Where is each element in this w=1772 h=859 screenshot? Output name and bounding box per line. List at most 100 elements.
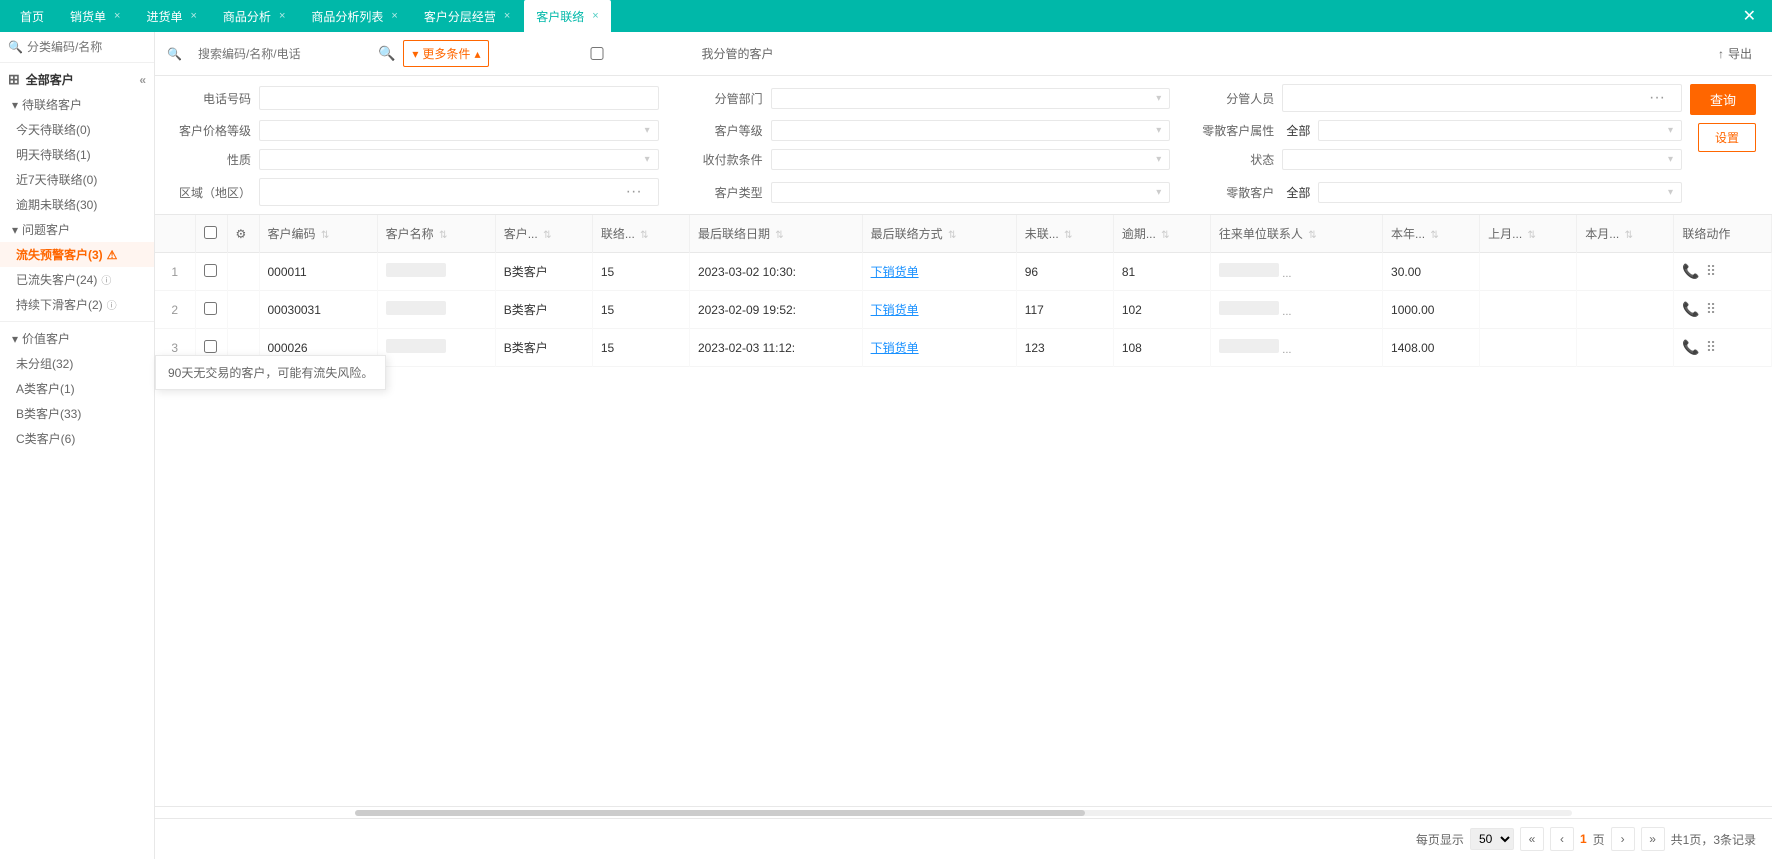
customer-level-select[interactable]: ▾ (771, 120, 1171, 141)
contact-way-link[interactable]: 下销货单 (871, 303, 919, 317)
more-action-icon[interactable]: ⠿ (1706, 339, 1716, 356)
query-button[interactable]: 查询 (1690, 84, 1756, 115)
sidebar-collapse-button[interactable]: « (139, 73, 146, 87)
th-overdue[interactable]: 逾期... ⇅ (1113, 215, 1210, 253)
th-this-year[interactable]: 本年... ⇅ (1383, 215, 1480, 253)
scroll-area[interactable] (155, 806, 1772, 818)
th-contact[interactable]: 联络... ⇅ (592, 215, 689, 253)
window-close-button[interactable]: ✕ (1735, 6, 1764, 26)
page-size-select[interactable]: 50 (1470, 828, 1514, 850)
sidebar-root-header[interactable]: ⊞ 全部客户 « (0, 63, 154, 92)
person-select[interactable]: ··· (1282, 84, 1682, 112)
th-code[interactable]: 客户编码 ⇅ (259, 215, 377, 253)
price-level-select[interactable]: ▾ (259, 120, 659, 141)
th-last-date[interactable]: 最后联络日期 ⇅ (689, 215, 862, 253)
sidebar-group-problem[interactable]: ▾ 问题客户 (0, 217, 154, 242)
filter-row-4: 区域（地区） ··· 客户类型 ▾ (171, 178, 1682, 206)
row-checkbox-2[interactable] (204, 340, 217, 353)
nav-customer-tier[interactable]: 客户分层经营 × (412, 0, 522, 32)
cell-action: 📞 ⠿ (1674, 291, 1772, 329)
export-button[interactable]: ↑ 导出 (1710, 41, 1760, 66)
sidebar-item-overdue[interactable]: 逾期未联络(30) (0, 192, 154, 217)
phone-input[interactable] (259, 86, 659, 110)
cell-index: 1 (155, 253, 195, 291)
nature-select[interactable]: ▾ (259, 149, 659, 170)
cell-way[interactable]: 下销货单 (862, 291, 1016, 329)
nav-analysis-list[interactable]: 商品分析列表 × (299, 0, 409, 32)
next-page-button[interactable]: › (1611, 827, 1635, 851)
nav-analysis[interactable]: 商品分析 × (211, 0, 297, 32)
prev-page-button[interactable]: ‹ (1550, 827, 1574, 851)
sidebar-item-churn-warning[interactable]: 流失预警客户(3) ⚠ (0, 242, 154, 267)
close-customer-contact-icon[interactable]: × (592, 10, 598, 22)
th-settings[interactable]: ⚙ (227, 215, 259, 253)
close-purchase-icon[interactable]: × (190, 10, 196, 22)
select-all-checkbox[interactable] (204, 226, 217, 239)
cell-check[interactable] (195, 291, 227, 329)
more-action-icon[interactable]: ⠿ (1706, 301, 1716, 318)
scroll-track[interactable] (355, 810, 1572, 816)
sort-icon-no-contact: ⇅ (1064, 230, 1072, 241)
cell-type: B类客户 (495, 329, 592, 367)
sidebar-item-b-class[interactable]: B类客户(33) (0, 401, 154, 426)
my-customers-checkbox[interactable] (497, 47, 697, 60)
th-unit-contact[interactable]: 往来单位联系人 ⇅ (1210, 215, 1382, 253)
row-checkbox-0[interactable] (204, 264, 217, 277)
contact-way-link[interactable]: 下销货单 (871, 265, 919, 279)
th-this-month[interactable]: 本月... ⇅ (1577, 215, 1674, 253)
search-submit-icon[interactable]: 🔍 (378, 45, 395, 62)
sidebar-item-a-class[interactable]: A类客户(1) (0, 376, 154, 401)
status-select[interactable]: ▾ (1282, 149, 1682, 170)
sidebar-search-input[interactable] (27, 40, 155, 54)
my-customers-checkbox-label[interactable]: 我分管的客户 (497, 45, 773, 62)
th-last-way[interactable]: 最后联络方式 ⇅ (862, 215, 1016, 253)
th-no-contact[interactable]: 未联... ⇅ (1016, 215, 1113, 253)
department-select[interactable]: ▾ (771, 88, 1171, 109)
sidebar-item-ungroup[interactable]: 未分组(32) (0, 351, 154, 376)
more-conditions-button[interactable]: ▾ 更多条件 ▴ (403, 40, 489, 67)
scroll-thumb[interactable] (355, 810, 1085, 816)
nav-purchase[interactable]: 进货单 × (134, 0, 208, 32)
contact-way-link[interactable]: 下销货单 (871, 341, 919, 355)
retail-attr-select[interactable]: ▾ (1318, 120, 1682, 141)
first-page-button[interactable]: « (1520, 827, 1544, 851)
th-last-month[interactable]: 上月... ⇅ (1480, 215, 1577, 253)
close-analysis-icon[interactable]: × (279, 10, 285, 22)
more-btn-person[interactable]: ··· (1641, 89, 1673, 107)
sidebar-item-c-class[interactable]: C类客户(6) (0, 426, 154, 451)
sidebar-item-churned[interactable]: 已流失客户(24) ⓘ (0, 267, 154, 292)
customer-type-select[interactable]: ▾ (771, 182, 1171, 203)
region-select[interactable]: ··· (259, 178, 659, 206)
phone-action-icon[interactable]: 📞 (1682, 339, 1699, 356)
cell-contact: 15 (592, 291, 689, 329)
nav-sales[interactable]: 销货单 × (58, 0, 132, 32)
nav-customer-contact[interactable]: 客户联络 × (524, 0, 610, 32)
last-page-button[interactable]: » (1641, 827, 1665, 851)
payment-select[interactable]: ▾ (771, 149, 1171, 170)
close-analysis-list-icon[interactable]: × (391, 10, 397, 22)
more-action-icon[interactable]: ⠿ (1706, 263, 1716, 280)
filter-payment: 收付款条件 ▾ (683, 149, 1171, 170)
phone-action-icon[interactable]: 📞 (1682, 301, 1699, 318)
sidebar-item-declining[interactable]: 持续下滑客户(2) ⓘ (0, 292, 154, 317)
sidebar-group-pending[interactable]: ▾ 待联络客户 (0, 92, 154, 117)
sidebar-group-value[interactable]: ▾ 价值客户 (0, 326, 154, 351)
th-type[interactable]: 客户... ⇅ (495, 215, 592, 253)
setting-button[interactable]: 设置 (1698, 123, 1756, 152)
sidebar-item-today[interactable]: 今天待联络(0) (0, 117, 154, 142)
nav-home[interactable]: 首页 (8, 0, 56, 32)
th-name[interactable]: 客户名称 ⇅ (377, 215, 495, 253)
close-customer-tier-icon[interactable]: × (504, 10, 510, 22)
sidebar-item-tomorrow[interactable]: 明天待联络(1) (0, 142, 154, 167)
sidebar-item-7days[interactable]: 近7天待联络(0) (0, 167, 154, 192)
phone-action-icon[interactable]: 📞 (1682, 263, 1699, 280)
cell-way[interactable]: 下销货单 (862, 253, 1016, 291)
cell-check[interactable] (195, 253, 227, 291)
main-search-input[interactable] (190, 43, 370, 65)
row-checkbox-1[interactable] (204, 302, 217, 315)
more-btn-region[interactable]: ··· (618, 183, 650, 201)
chevron-down-icon-5: ▾ (645, 154, 650, 165)
retail-customer-select[interactable]: ▾ (1318, 182, 1682, 203)
close-sales-icon[interactable]: × (114, 10, 120, 22)
cell-way[interactable]: 下销货单 (862, 329, 1016, 367)
